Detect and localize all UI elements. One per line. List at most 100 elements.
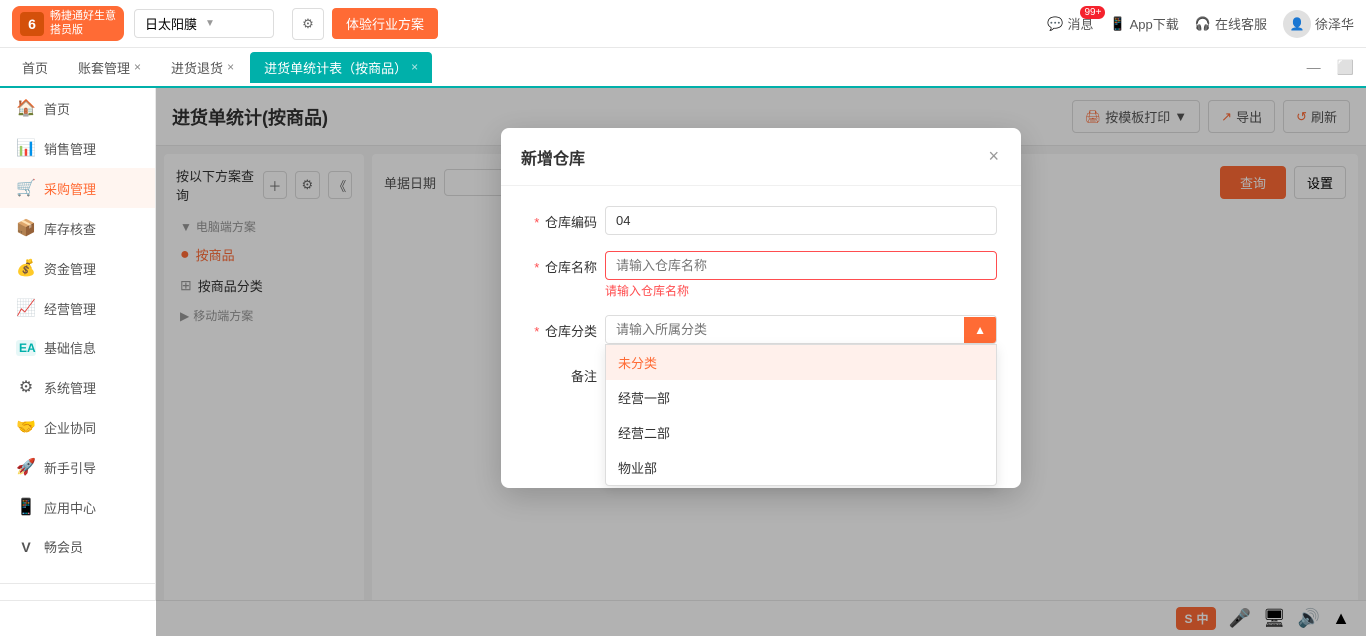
tab-home-label: 首页 — [22, 58, 48, 77]
name-error-message: 请输入仓库名称 — [605, 282, 997, 299]
sidebar-label-basic-info: 基础信息 — [44, 338, 96, 357]
sidebar-item-guide[interactable]: 🚀 新手引导 — [0, 447, 155, 487]
category-input[interactable] — [606, 316, 964, 343]
message-item[interactable]: 💬 消息 99+ — [1047, 14, 1093, 33]
sidebar-item-finance[interactable]: 💰 资金管理 — [0, 248, 155, 288]
dropdown-option-uncategorized[interactable]: 未分类 — [606, 345, 996, 380]
dropdown-option-dept1[interactable]: 经营一部 — [606, 380, 996, 415]
sidebar-label-inventory: 库存核查 — [44, 219, 96, 238]
name-input[interactable] — [605, 251, 997, 280]
dialog-overlay[interactable]: 新增仓库 × * 仓库编码 — [156, 88, 1366, 636]
tab-accounts-close[interactable]: × — [134, 60, 141, 74]
sidebar-item-app-center[interactable]: 📱 应用中心 — [0, 487, 155, 527]
top-actions: ⚙ 体验行业方案 — [292, 8, 438, 40]
purchase-icon: 🛒 — [16, 178, 36, 198]
avatar: 👤 — [1283, 10, 1311, 38]
app-center-icon: 📱 — [16, 497, 36, 517]
sidebar-label-guide: 新手引导 — [44, 458, 96, 477]
finance-icon: 💰 — [16, 258, 36, 278]
tab-purchase-return[interactable]: 进货退货 × — [157, 52, 248, 83]
name-label: * 仓库名称 — [525, 251, 605, 276]
dropdown-option-dept2[interactable]: 经营二部 — [606, 415, 996, 450]
dialog-header: 新增仓库 × — [501, 128, 1021, 186]
logo-area[interactable]: 6 畅捷通好生意 搭员版 — [12, 6, 124, 40]
basic-info-icon: EA — [16, 340, 36, 356]
name-row: * 仓库名称 请输入仓库名称 — [525, 251, 997, 299]
sidebar-label-purchase: 采购管理 — [44, 179, 96, 198]
sidebar-label-enterprise: 企业协同 — [44, 418, 96, 437]
home-icon: 🏠 — [16, 98, 36, 118]
sidebar-label-app-center: 应用中心 — [44, 498, 96, 517]
sidebar-item-basic-info[interactable]: EA 基础信息 — [0, 328, 155, 367]
category-label: * 仓库分类 — [525, 315, 605, 340]
settings-button[interactable]: ⚙ — [292, 8, 324, 40]
inventory-icon: 📦 — [16, 218, 36, 238]
sidebar-item-vip[interactable]: V 畅会员 — [0, 527, 155, 566]
operation-icon: 📈 — [16, 298, 36, 318]
category-dropdown-list: 未分类 经营一部 经营二部 物业部 — [605, 344, 997, 486]
sidebar-label-vip: 畅会员 — [44, 537, 83, 556]
top-bar: 6 畅捷通好生意 搭员版 日太阳膜 ▼ ⚙ 体验行业方案 💬 消息 99+ 📱 … — [0, 0, 1366, 48]
sidebar-item-purchase[interactable]: 🛒 采购管理 — [0, 168, 155, 208]
new-warehouse-dialog: 新增仓库 × * 仓库编码 — [501, 128, 1021, 488]
tab-home[interactable]: 首页 — [8, 52, 62, 83]
category-required: * — [534, 324, 539, 339]
sidebar-item-enterprise[interactable]: 🤝 企业协同 — [0, 407, 155, 447]
name-required: * — [534, 260, 539, 275]
sidebar-label-system: 系统管理 — [44, 378, 96, 397]
sidebar-item-inventory[interactable]: 📦 库存核查 — [0, 208, 155, 248]
message-badge: 99+ — [1080, 6, 1105, 19]
enterprise-icon: 🤝 — [16, 417, 36, 437]
category-toggle-button[interactable]: ▲ — [964, 317, 996, 343]
tab-purchase-return-label: 进货退货 — [171, 58, 223, 77]
system-icon: ⚙ — [16, 377, 36, 397]
dropdown-option-property[interactable]: 物业部 — [606, 450, 996, 485]
tab-bar: 首页 账套管理 × 进货退货 × 进货单统计表（按商品） × — ⬜ — [0, 48, 1366, 88]
dialog-close-button[interactable]: × — [986, 144, 1001, 169]
tab-purchase-stats-label: 进货单统计表（按商品） — [264, 58, 407, 77]
logo-text: 畅捷通好生意 搭员版 — [50, 10, 116, 36]
tab-purchase-stats[interactable]: 进货单统计表（按商品） × — [250, 52, 432, 83]
category-row: * 仓库分类 ▲ 未分类 经营一部 经营二部 — [525, 315, 997, 344]
tab-purchase-stats-close[interactable]: × — [411, 60, 418, 74]
minimize-button[interactable]: — — [1303, 55, 1325, 79]
tab-right-actions: — ⬜ — [1303, 55, 1358, 80]
sidebar-label-home: 首页 — [44, 99, 70, 118]
code-row: * 仓库编码 — [525, 206, 997, 235]
tab-accounts-label: 账套管理 — [78, 58, 130, 77]
code-label: * 仓库编码 — [525, 206, 605, 231]
dialog-body: * 仓库编码 * 仓库名称 — [501, 186, 1021, 425]
dialog-title: 新增仓库 — [521, 145, 585, 169]
remark-label: 备注 — [525, 360, 605, 385]
sidebar-item-operation[interactable]: 📈 经营管理 — [0, 288, 155, 328]
tab-purchase-return-close[interactable]: × — [227, 60, 234, 74]
store-dropdown-arrow: ▼ — [205, 18, 215, 29]
sidebar-item-home[interactable]: 🏠 首页 — [0, 88, 155, 128]
main-layout: 🏠 首页 📊 销售管理 🛒 采购管理 📦 库存核查 💰 资金管理 📈 经营管理 … — [0, 88, 1366, 636]
store-name: 日太阳膜 — [145, 14, 197, 33]
top-right-area: 💬 消息 99+ 📱 App下载 🎧 在线客服 👤 徐泽华 — [1047, 10, 1354, 38]
code-input[interactable] — [605, 206, 997, 235]
trial-button[interactable]: 体验行业方案 — [332, 8, 438, 39]
code-required: * — [534, 215, 539, 230]
vip-icon: V — [16, 539, 36, 555]
maximize-button[interactable]: ⬜ — [1333, 55, 1358, 80]
content-area: 进货单统计(按商品) 🖨 按模板打印 ▼ ↗ 导出 ↺ 刷新 — [156, 88, 1366, 636]
sidebar-label-sales: 销售管理 — [44, 139, 96, 158]
sales-icon: 📊 — [16, 138, 36, 158]
sidebar-item-system[interactable]: ⚙ 系统管理 — [0, 367, 155, 407]
online-service-item[interactable]: 🎧 在线客服 — [1195, 14, 1267, 33]
app-download-label: App下载 — [1130, 14, 1179, 33]
category-wrapper: ▲ 未分类 经营一部 经营二部 物业部 — [605, 315, 997, 344]
sidebar: 🏠 首页 📊 销售管理 🛒 采购管理 📦 库存核查 💰 资金管理 📈 经营管理 … — [0, 88, 156, 636]
app-icon: 📱 — [1109, 16, 1125, 32]
store-selector[interactable]: 日太阳膜 ▼ — [134, 9, 274, 38]
headset-icon: 🎧 — [1195, 16, 1211, 32]
tab-accounts[interactable]: 账套管理 × — [64, 52, 155, 83]
user-name: 徐泽华 — [1315, 14, 1354, 33]
sidebar-item-sales[interactable]: 📊 销售管理 — [0, 128, 155, 168]
online-service-label: 在线客服 — [1215, 14, 1267, 33]
user-item[interactable]: 👤 徐泽华 — [1283, 10, 1354, 38]
category-input-row: ▲ — [605, 315, 997, 344]
app-download-item[interactable]: 📱 App下载 — [1109, 14, 1178, 33]
